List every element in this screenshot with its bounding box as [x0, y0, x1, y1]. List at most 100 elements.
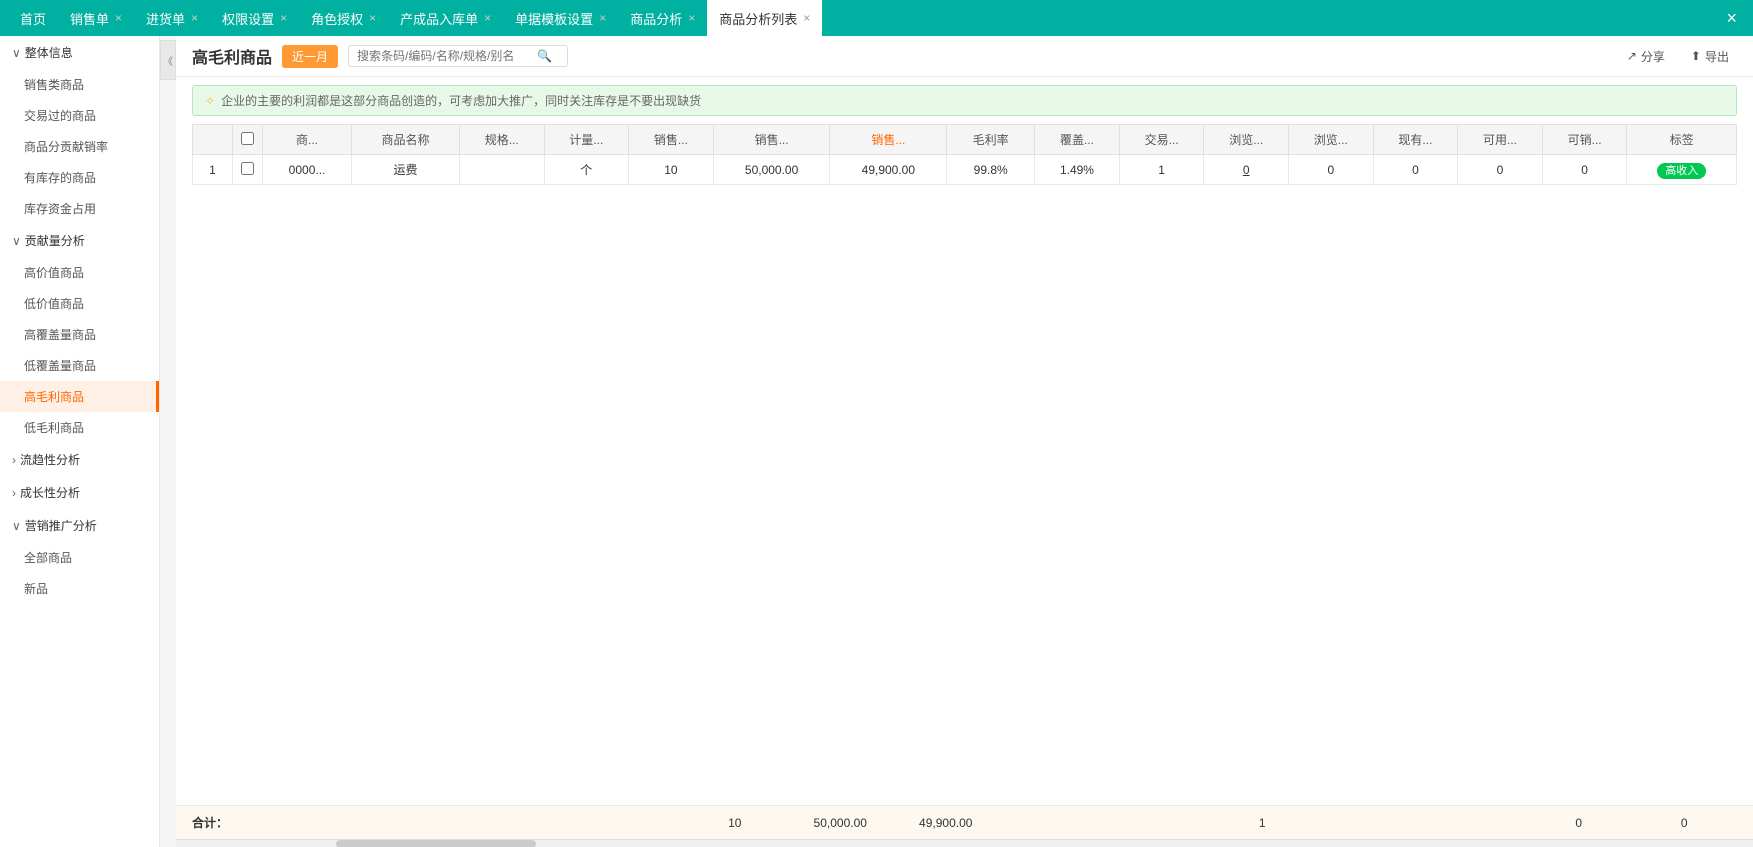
cell-num: 1 [193, 155, 233, 185]
content-header: 高毛利商品 近一月 🔍 ↗ 分享 ⬆ 导出 [176, 36, 1753, 77]
export-button[interactable]: ⬆ 导出 [1683, 45, 1737, 68]
th-available[interactable]: 可用... [1458, 125, 1543, 155]
sidebar-item-全部商品[interactable]: 全部商品 [0, 542, 159, 573]
table-row: 1 0000... 运费 个 10 50,000.00 49,900.00 99… [193, 155, 1737, 185]
sidebar-item-高价值商品[interactable]: 高价值商品 [0, 257, 159, 288]
sidebar-section-营销推广分析[interactable]: ∨ 营销推广分析 [0, 509, 159, 542]
th-browse1[interactable]: 浏览... [1204, 125, 1289, 155]
nav-item-产成品入库单[interactable]: 产成品入库单× [388, 0, 503, 36]
cell-trade: 1 [1119, 155, 1204, 185]
sidebar-section-流趋性分析[interactable]: ›流趋性分析 [0, 443, 159, 476]
cell-check [233, 155, 263, 185]
nav-item-进货单[interactable]: 进货单× [134, 0, 210, 36]
sidebar-item-高毛利商品[interactable]: 高毛利商品 [0, 381, 159, 412]
cell-browse2: 0 [1289, 155, 1374, 185]
close-tab-icon[interactable]: × [803, 11, 810, 25]
tag-badge: 高收入 [1657, 163, 1706, 179]
section-arrow-icon: ∨ [12, 519, 21, 533]
sidebar-section-整体信息[interactable]: ∨ 整体信息 [0, 36, 159, 69]
sidebar-item-销售类商品[interactable]: 销售类商品 [0, 69, 159, 100]
sidebar-item-交易过的商品[interactable]: 交易过的商品 [0, 100, 159, 131]
th-spec[interactable]: 规格... [459, 125, 544, 155]
close-tab-icon[interactable]: × [369, 11, 376, 25]
nav-item-首页[interactable]: 首页 [8, 0, 58, 36]
info-banner: ✧ 企业的主要的利润都是这部分商品创造的，可考虑加大推广，同时关注库存是不要出现… [192, 85, 1737, 116]
sidebar-item-高覆盖量商品[interactable]: 高覆盖量商品 [0, 319, 159, 350]
nav-item-销售单[interactable]: 销售单× [58, 0, 134, 36]
content-area: 高毛利商品 近一月 🔍 ↗ 分享 ⬆ 导出 ✧ 企业的主要 [176, 36, 1753, 847]
th-tag: 标签 [1627, 125, 1737, 155]
th-gross-rate[interactable]: 毛利率 [947, 125, 1035, 155]
section-label: 成长性分析 [20, 484, 80, 501]
th-trade[interactable]: 交易... [1119, 125, 1204, 155]
close-all-tabs[interactable]: × [1718, 8, 1745, 29]
share-button[interactable]: ↗ 分享 [1619, 45, 1673, 68]
section-label: 整体信息 [25, 44, 73, 61]
close-tab-icon[interactable]: × [191, 11, 198, 25]
footer-sales-amt: 50,000.00 [788, 816, 894, 830]
cell-browse1: 0 [1204, 155, 1289, 185]
th-sales-amt[interactable]: 销售... [713, 125, 830, 155]
nav-item-权限设置[interactable]: 权限设置× [210, 0, 299, 36]
cell-sales-qty: 10 [629, 155, 714, 185]
nav-item-单据模板设置[interactable]: 单据模板设置× [503, 0, 618, 36]
cell-coverage: 1.49% [1035, 155, 1120, 185]
sidebar: ∨整体信息销售类商品交易过的商品商品分贡献销率有库存的商品库存资金占用∨贡献量分… [0, 36, 160, 847]
nav-item-商品分析[interactable]: 商品分析× [618, 0, 707, 36]
cell-available: 0 [1458, 155, 1543, 185]
close-tab-icon[interactable]: × [688, 11, 695, 25]
th-num [193, 125, 233, 155]
search-icon[interactable]: 🔍 [537, 49, 552, 63]
close-tab-icon[interactable]: × [484, 11, 491, 25]
th-unit[interactable]: 计量... [544, 125, 629, 155]
nav-item-角色授权[interactable]: 角色授权× [299, 0, 388, 36]
footer-current-stock: 0 [1526, 816, 1632, 830]
search-input[interactable] [357, 49, 537, 63]
browse1-link[interactable]: 0 [1243, 163, 1250, 177]
sidebar-toggle-button[interactable]: 《 [160, 40, 176, 80]
select-all-checkbox[interactable] [241, 132, 254, 145]
sidebar-item-有库存的商品[interactable]: 有库存的商品 [0, 162, 159, 193]
footer-label: 合计： [192, 814, 272, 831]
cell-unit: 个 [544, 155, 629, 185]
sidebar-section-贡献量分析[interactable]: ∨贡献量分析 [0, 224, 159, 257]
cell-code: 0000... [263, 155, 352, 185]
product-table: 商... 商品名称 规格... 计量... 销售... 销售... 销售... … [192, 124, 1737, 185]
cell-current-stock: 0 [1373, 155, 1458, 185]
th-code[interactable]: 商... [263, 125, 352, 155]
close-tab-icon[interactable]: × [115, 11, 122, 25]
th-current-stock[interactable]: 现有... [1373, 125, 1458, 155]
data-table-container: 商... 商品名称 规格... 计量... 销售... 销售... 销售... … [176, 124, 1753, 805]
row-checkbox[interactable] [241, 162, 254, 175]
page-title: 高毛利商品 [192, 44, 272, 68]
th-name[interactable]: 商品名称 [352, 125, 460, 155]
filter-period-button[interactable]: 近一月 [282, 45, 338, 68]
section-label: 营销推广分析 [25, 517, 97, 534]
th-code-label: 商... [296, 133, 318, 147]
sidebar-item-新品[interactable]: 新品 [0, 573, 159, 604]
footer-sales-profit: 49,900.00 [893, 816, 999, 830]
section-arrow-icon: ∨ [12, 46, 21, 60]
th-sales-qty[interactable]: 销售... [629, 125, 714, 155]
sidebar-item-商品分贡献销率[interactable]: 商品分贡献销率 [0, 131, 159, 162]
th-coverage[interactable]: 覆盖... [1035, 125, 1120, 155]
sidebar-item-低价值商品[interactable]: 低价值商品 [0, 288, 159, 319]
th-check [233, 125, 263, 155]
th-sales-profit[interactable]: 销售... [830, 125, 947, 155]
sidebar-section-成长性分析[interactable]: ›成长性分析 [0, 476, 159, 509]
bulb-icon: ✧ [205, 94, 215, 108]
cell-tag: 高收入 [1627, 155, 1737, 185]
sidebar-item-低覆盖量商品[interactable]: 低覆盖量商品 [0, 350, 159, 381]
th-browse2[interactable]: 浏览... [1289, 125, 1374, 155]
nav-item-商品分析列表[interactable]: 商品分析列表× [707, 0, 822, 36]
sidebar-item-低毛利商品[interactable]: 低毛利商品 [0, 412, 159, 443]
cell-sellable: 0 [1542, 155, 1627, 185]
th-sellable[interactable]: 可销... [1542, 125, 1627, 155]
close-tab-icon[interactable]: × [280, 11, 287, 25]
sidebar-item-库存资金占用[interactable]: 库存资金占用 [0, 193, 159, 224]
horizontal-scrollbar[interactable] [176, 839, 1753, 847]
section-label: 贡献量分析 [25, 232, 85, 249]
cell-gross-rate: 99.8% [947, 155, 1035, 185]
close-tab-icon[interactable]: × [599, 11, 606, 25]
collapse-icon: 《 [163, 53, 173, 68]
